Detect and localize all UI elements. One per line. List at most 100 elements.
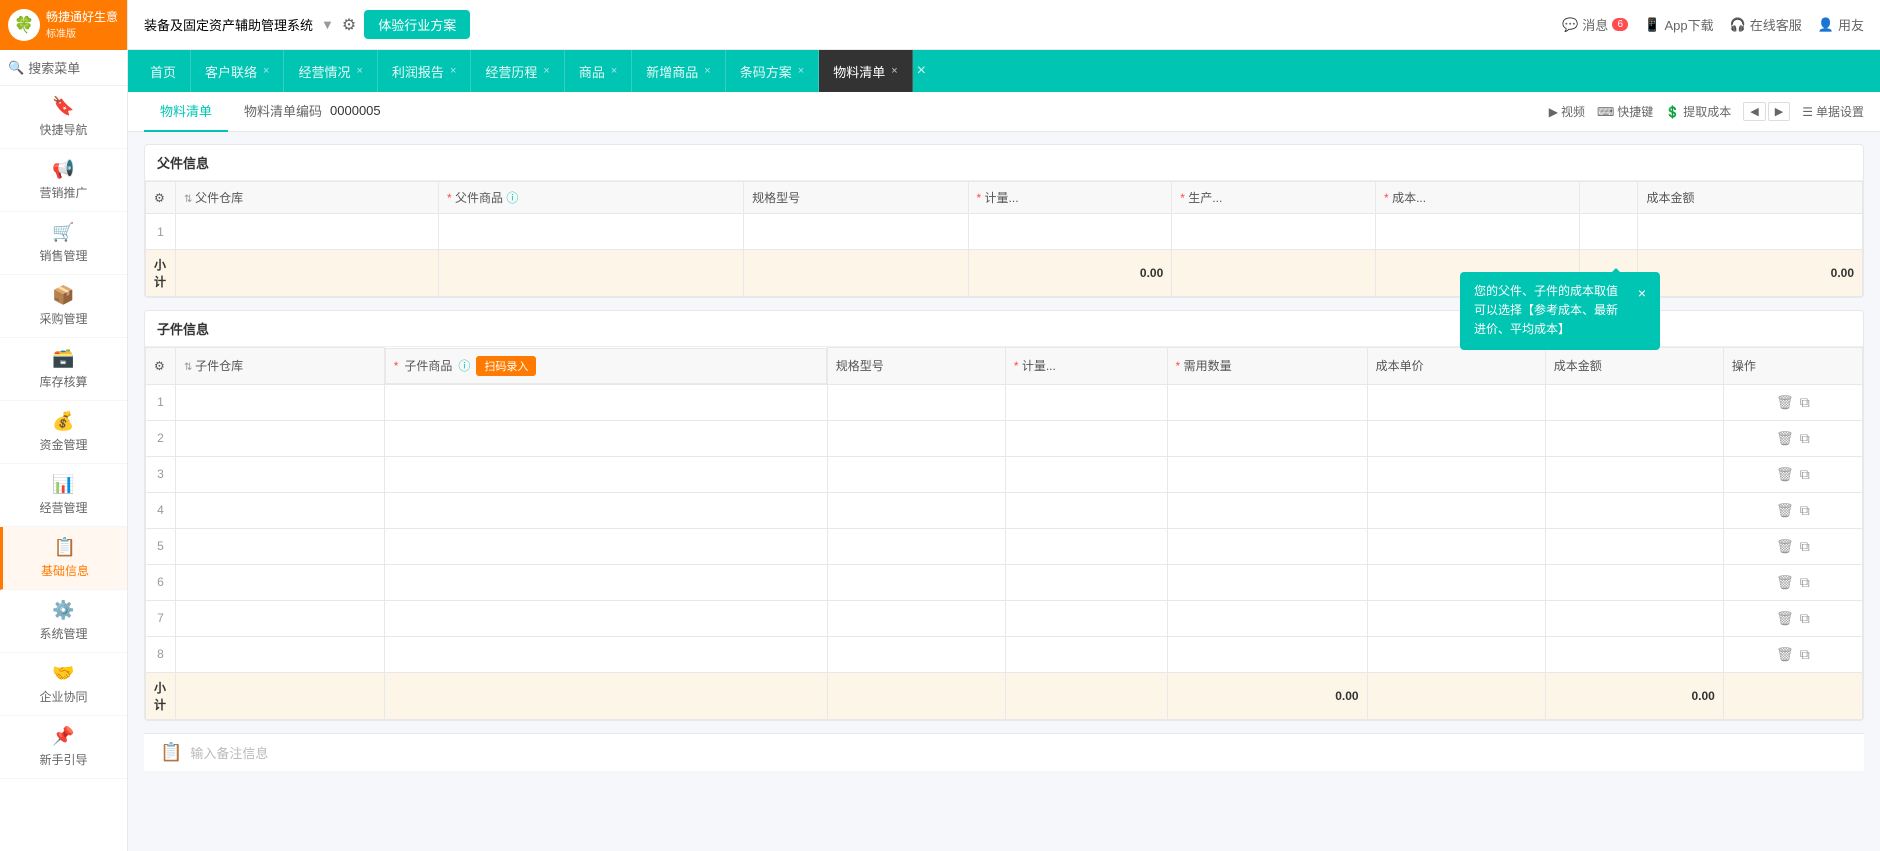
- tab-goods-close[interactable]: ×: [611, 65, 617, 77]
- tab-bom-close[interactable]: ×: [891, 65, 897, 77]
- delete-icon[interactable]: 🗑: [1776, 430, 1794, 447]
- delete-icon[interactable]: 🗑: [1776, 610, 1794, 627]
- sidebar-item-operations[interactable]: 📊 经营管理: [0, 464, 127, 527]
- scan-button[interactable]: 扫码录入: [476, 356, 536, 376]
- child-row-unit-price[interactable]: [1367, 528, 1545, 564]
- tab-barcode-close[interactable]: ×: [798, 65, 804, 77]
- notes-placeholder[interactable]: 输入备注信息: [190, 743, 268, 762]
- close-all-tabs[interactable]: ×: [917, 62, 926, 80]
- copy-icon[interactable]: ⧉: [1800, 574, 1810, 591]
- parent-row-production[interactable]: [1172, 214, 1376, 250]
- child-row-unit-price[interactable]: [1367, 456, 1545, 492]
- child-row-qty[interactable]: [1167, 528, 1367, 564]
- sidebar-item-sales[interactable]: 🛒 销售管理: [0, 212, 127, 275]
- child-row-qty[interactable]: [1167, 492, 1367, 528]
- delete-icon[interactable]: 🗑: [1776, 574, 1794, 591]
- tab-goods[interactable]: 商品 ×: [565, 50, 632, 92]
- parent-row-unit[interactable]: [968, 214, 1172, 250]
- tab-home[interactable]: 首页: [136, 50, 191, 92]
- tab-operations[interactable]: 经营情况 ×: [284, 50, 377, 92]
- parent-row-cost[interactable]: [1376, 214, 1580, 250]
- tab-history[interactable]: 经营历程 ×: [471, 50, 564, 92]
- child-row-unit[interactable]: [1005, 528, 1167, 564]
- sidebar-item-guide[interactable]: 📌 新手引导: [0, 716, 127, 779]
- sidebar-item-quick-nav[interactable]: 🔖 快捷导航: [0, 86, 127, 149]
- child-row-qty[interactable]: [1167, 456, 1367, 492]
- child-row-spec[interactable]: [827, 420, 1005, 456]
- trial-button[interactable]: 体验行业方案: [364, 10, 470, 39]
- tab-operations-close[interactable]: ×: [356, 65, 362, 77]
- action-video[interactable]: ▶ 视频: [1549, 103, 1585, 120]
- settings-icon[interactable]: ⚙: [342, 15, 356, 35]
- delete-icon[interactable]: 🗑: [1776, 502, 1794, 519]
- tab-new-goods-close[interactable]: ×: [704, 65, 710, 77]
- nav-next[interactable]: ▶: [1768, 102, 1790, 121]
- sidebar-item-inventory[interactable]: 🗃️ 库存核算: [0, 338, 127, 401]
- tab-profit[interactable]: 利润报告 ×: [378, 50, 471, 92]
- copy-icon[interactable]: ⧉: [1800, 394, 1810, 411]
- child-row-unit[interactable]: [1005, 420, 1167, 456]
- child-row-unit[interactable]: [1005, 600, 1167, 636]
- child-row-goods[interactable]: [384, 420, 827, 456]
- sidebar-item-finance[interactable]: 💰 资金管理: [0, 401, 127, 464]
- parent-row-spec[interactable]: [744, 214, 968, 250]
- parent-col-gear[interactable]: ⚙: [146, 182, 176, 214]
- tab-bom[interactable]: 物料清单 ×: [819, 50, 912, 92]
- sub-tab-bom-code[interactable]: 物料清单编码 0000005: [228, 92, 397, 132]
- child-row-unit-price[interactable]: [1367, 564, 1545, 600]
- delete-icon[interactable]: 🗑: [1776, 538, 1794, 555]
- delete-icon[interactable]: 🗑: [1776, 394, 1794, 411]
- child-row-qty[interactable]: [1167, 564, 1367, 600]
- child-row-warehouse[interactable]: [176, 420, 385, 456]
- child-row-unit-price[interactable]: [1367, 384, 1545, 420]
- child-row-warehouse[interactable]: [176, 600, 385, 636]
- child-row-spec[interactable]: [827, 456, 1005, 492]
- child-row-unit[interactable]: [1005, 384, 1167, 420]
- child-row-qty[interactable]: [1167, 600, 1367, 636]
- copy-icon[interactable]: ⧉: [1800, 610, 1810, 627]
- sub-tab-bom-list[interactable]: 物料清单: [144, 92, 228, 132]
- child-row-unit-price[interactable]: [1367, 636, 1545, 672]
- child-row-warehouse[interactable]: [176, 492, 385, 528]
- action-settings[interactable]: ☰ 单据设置: [1802, 103, 1864, 120]
- child-row-qty[interactable]: [1167, 384, 1367, 420]
- tab-customer-close[interactable]: ×: [263, 65, 269, 77]
- child-row-goods[interactable]: [384, 384, 827, 420]
- copy-icon[interactable]: ⧉: [1800, 538, 1810, 555]
- copy-icon[interactable]: ⧉: [1800, 646, 1810, 663]
- child-row-unit[interactable]: [1005, 492, 1167, 528]
- child-row-goods[interactable]: [384, 528, 827, 564]
- user-menu[interactable]: 👤 用友: [1818, 15, 1864, 34]
- sidebar-item-marketing[interactable]: 📢 营销推广: [0, 149, 127, 212]
- tab-new-goods[interactable]: 新增商品 ×: [632, 50, 725, 92]
- delete-icon[interactable]: 🗑: [1776, 466, 1794, 483]
- child-row-qty[interactable]: [1167, 420, 1367, 456]
- child-row-warehouse[interactable]: [176, 636, 385, 672]
- tab-barcode[interactable]: 条码方案 ×: [726, 50, 819, 92]
- sidebar-item-purchase[interactable]: 📦 采购管理: [0, 275, 127, 338]
- child-row-warehouse[interactable]: [176, 456, 385, 492]
- action-shortcut[interactable]: ⌨ 快捷键: [1597, 103, 1653, 120]
- copy-icon[interactable]: ⧉: [1800, 430, 1810, 447]
- child-row-unit-price[interactable]: [1367, 600, 1545, 636]
- child-row-qty[interactable]: [1167, 636, 1367, 672]
- child-row-unit-price[interactable]: [1367, 492, 1545, 528]
- message-btn[interactable]: 💬 消息 6: [1562, 15, 1628, 34]
- tab-history-close[interactable]: ×: [543, 65, 549, 77]
- dropdown-icon[interactable]: ▼: [321, 17, 334, 32]
- child-row-spec[interactable]: [827, 492, 1005, 528]
- child-row-spec[interactable]: [827, 528, 1005, 564]
- child-row-goods[interactable]: [384, 564, 827, 600]
- child-row-goods[interactable]: [384, 636, 827, 672]
- app-download-btn[interactable]: 📱 App下载: [1644, 15, 1713, 34]
- child-col-gear[interactable]: ⚙: [146, 348, 176, 385]
- action-extract-cost[interactable]: 💲 提取成本: [1665, 103, 1731, 120]
- child-row-spec[interactable]: [827, 600, 1005, 636]
- parent-row-goods[interactable]: [438, 214, 743, 250]
- child-row-warehouse[interactable]: [176, 564, 385, 600]
- child-row-spec[interactable]: [827, 564, 1005, 600]
- sidebar-item-enterprise[interactable]: 🤝 企业协同: [0, 653, 127, 716]
- child-row-goods[interactable]: [384, 456, 827, 492]
- child-row-warehouse[interactable]: [176, 528, 385, 564]
- nav-prev[interactable]: ◀: [1743, 102, 1765, 121]
